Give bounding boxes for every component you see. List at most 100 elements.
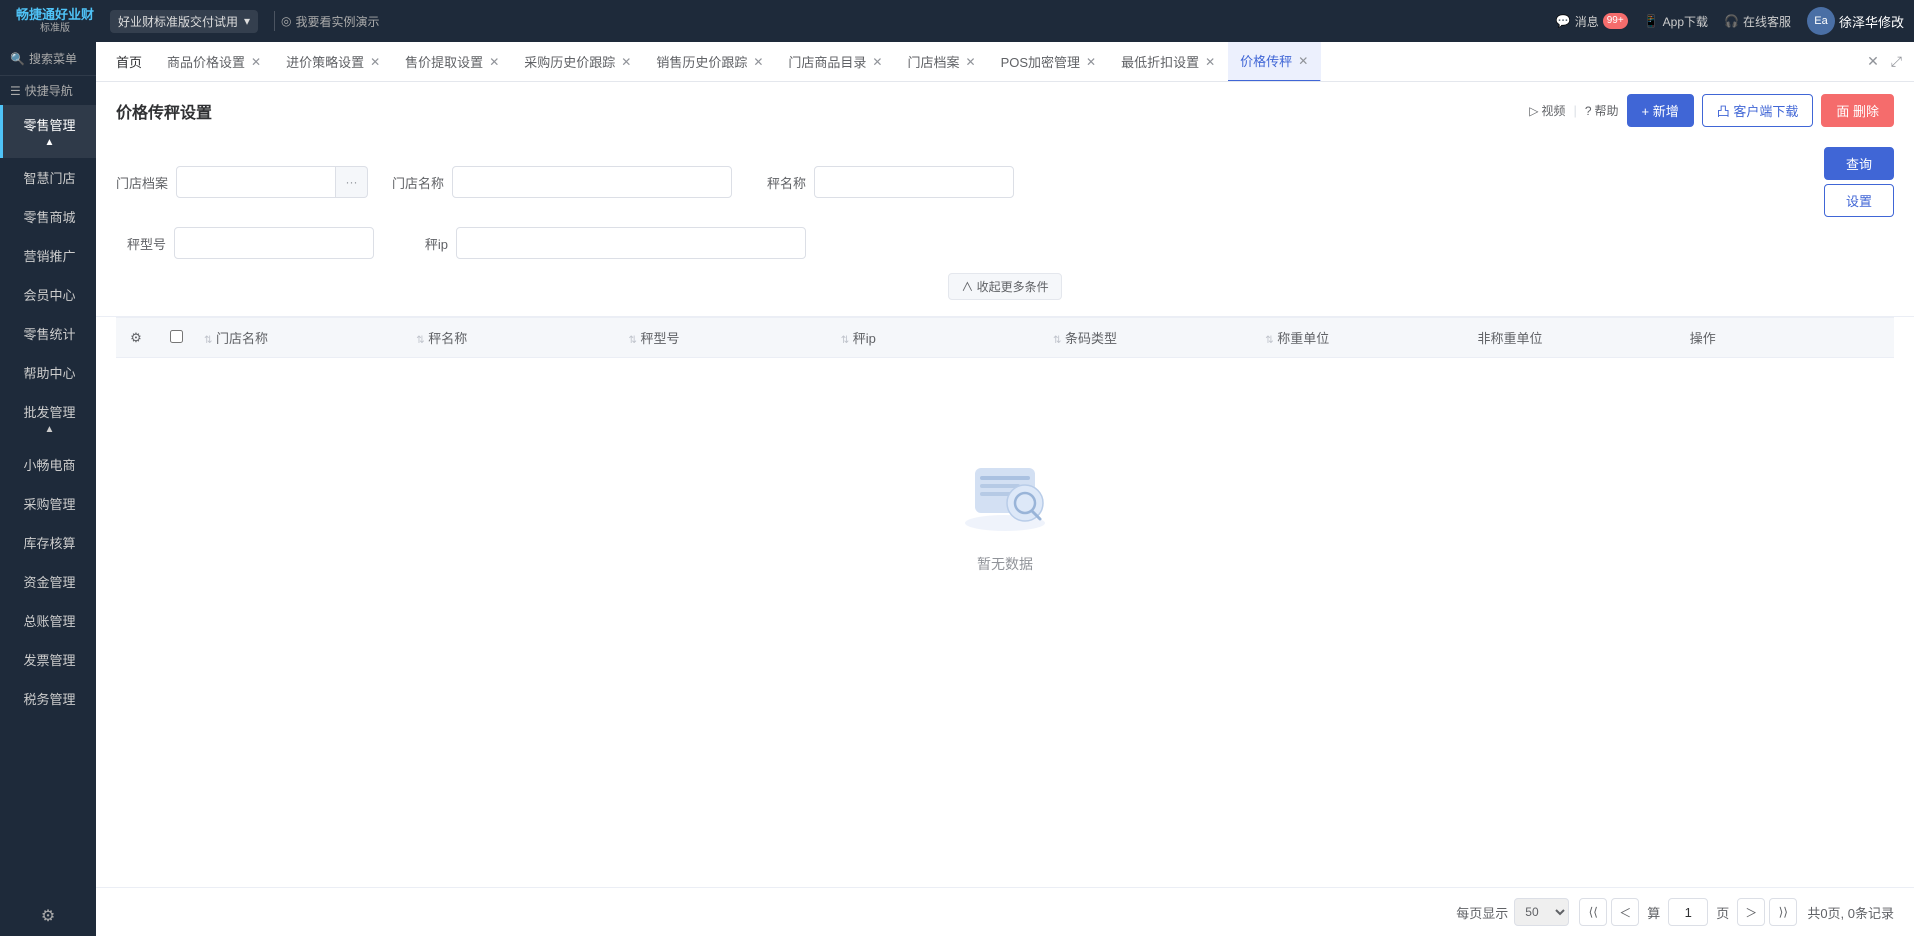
tab-close-icon[interactable]: ✕ [1298, 54, 1308, 68]
sidebar-item-invoice-mgmt[interactable]: 发票管理 [0, 640, 96, 679]
column-operation: 操作 [1682, 318, 1894, 358]
scale-name-label: 秤名称 [756, 173, 806, 192]
sidebar-item-help-center[interactable]: 帮助中心 [0, 353, 96, 392]
tab-close-icon[interactable]: ✕ [753, 55, 763, 69]
user-avatar-button[interactable]: Ea 徐泽华修改 [1807, 7, 1904, 35]
page-input[interactable]: 1 [1668, 898, 1708, 926]
logo-sub: 标准版 [40, 23, 70, 35]
sidebar-item-retail-mgmt[interactable]: 零售管理▲ [0, 105, 96, 158]
tab-close-icon[interactable]: ✕ [966, 55, 976, 69]
tab-label: POS加密管理 [1001, 52, 1080, 71]
sidebar-item-retail-mall[interactable]: 零售商城 [0, 197, 96, 236]
download-button[interactable]: 凸 客户端下载 [1702, 94, 1814, 127]
eye-icon: ◎ [281, 14, 291, 28]
sidebar-items: 零售管理▲智慧门店零售商城营销推广会员中心零售统计帮助中心批发管理▲小畅电商采购… [0, 105, 96, 718]
demo-button[interactable]: ◎ 我要看实例演示 [281, 13, 380, 30]
tab-close-icon[interactable]: ✕ [251, 55, 261, 69]
tab-pos-mgmt[interactable]: POS加密管理 ✕ [989, 42, 1110, 82]
search-menu-button[interactable]: 🔍 搜索菜单 [0, 42, 96, 76]
page-total: 共0页, 0条记录 [1807, 903, 1894, 922]
avatar: Ea [1807, 7, 1835, 35]
messages-button[interactable]: 💬 消息 99+ [1556, 13, 1628, 30]
tab-sales-history[interactable]: 销售历史价跟踪 ✕ [644, 42, 776, 82]
tab-close-icon[interactable]: ✕ [621, 55, 631, 69]
quick-nav-button[interactable]: ☰ 快捷导航 [0, 76, 96, 105]
store-name-input[interactable] [452, 166, 732, 198]
tab-label: 售价提取设置 [405, 52, 483, 71]
store-archive-input-group: ··· [176, 166, 368, 198]
main-body: 🔍 搜索菜单 ☰ 快捷导航 零售管理▲智慧门店零售商城营销推广会员中心零售统计帮… [0, 42, 1914, 936]
scale-ip-label: 秤ip [398, 234, 448, 253]
tab-commodity-price[interactable]: 商品价格设置✕ [155, 42, 274, 82]
tab-close-icon[interactable]: ✕ [1086, 55, 1096, 69]
tab-items: 首页商品价格设置✕进价策略设置✕售价提取设置✕采购历史价跟踪✕销售历史价跟踪✕门… [104, 42, 1321, 82]
tab-purchase-history[interactable]: 采购历史价跟踪 ✕ [512, 42, 644, 82]
tab-close-icon[interactable]: ✕ [489, 55, 499, 69]
sidebar-item-general-ledger[interactable]: 总账管理 [0, 601, 96, 640]
online-service-button[interactable]: 🎧 在线客服 [1724, 13, 1791, 30]
empty-state: 暂无数据 [116, 358, 1894, 654]
delete-button[interactable]: 面 删除 [1821, 94, 1894, 127]
help-icon: ? [1585, 104, 1592, 118]
prev-page-button[interactable]: ＜ [1611, 898, 1639, 926]
next-page-button[interactable]: ＞ [1737, 898, 1765, 926]
column-non-weight-unit: 非称重单位 [1470, 318, 1682, 358]
per-page-select[interactable]: 20 50 100 200 [1514, 898, 1569, 926]
video-link[interactable]: ▷ 视频 [1529, 102, 1565, 119]
page-navigation: ⟨⟨ ＜ 算 1 页 ＞ ⟩⟩ [1579, 898, 1797, 926]
search-area: 门店档案 ··· 门店名称 秤名称 [96, 135, 1914, 317]
store-archive-btn[interactable]: ··· [336, 166, 368, 198]
action-buttons: 查询 设置 [1824, 147, 1894, 217]
chevron-down-icon: ▾ [244, 14, 250, 28]
sidebar-item-xiao-chang[interactable]: 小畅电商 [0, 445, 96, 484]
app-download-button[interactable]: 📱 App下载 [1644, 13, 1708, 30]
sidebar-item-smart-store[interactable]: 智慧门店 [0, 158, 96, 197]
tab-close-icon[interactable]: ✕ [872, 55, 882, 69]
version-select[interactable]: 好业财标准版交付试用 ▾ [110, 10, 258, 33]
tab-home[interactable]: 首页 [104, 42, 155, 82]
sidebar-item-tax-mgmt[interactable]: 税务管理 [0, 679, 96, 718]
tab-min-discount[interactable]: 最低折扣设置✕ [1109, 42, 1228, 82]
tab-store-catalog[interactable]: 门店商品目录✕ [776, 42, 895, 82]
sidebar-item-member-center[interactable]: 会员中心 [0, 275, 96, 314]
tab-label: 销售历史价跟踪 [656, 52, 747, 71]
settings-button[interactable]: 设置 [1824, 184, 1894, 217]
tab-label: 采购历史价跟踪 [524, 52, 615, 71]
scale-ip-field: 秤ip [398, 227, 806, 259]
sidebar-item-fund-mgmt[interactable]: 资金管理 [0, 562, 96, 601]
sidebar-item-inventory[interactable]: 库存核算 [0, 523, 96, 562]
tab-price-scale[interactable]: 价格传秤✕ [1228, 42, 1321, 82]
scale-model-input[interactable] [174, 227, 374, 259]
first-page-button[interactable]: ⟨⟨ [1579, 898, 1607, 926]
column-gear[interactable]: ⚙ [116, 318, 156, 358]
sidebar-settings-button[interactable]: ⚙ [0, 896, 96, 936]
tab-sale-price[interactable]: 售价提取设置 ✕ [393, 42, 512, 82]
tab-close-icon[interactable]: ✕ [1863, 49, 1883, 74]
sidebar-item-wholesale-mgmt[interactable]: 批发管理▲ [0, 392, 96, 445]
last-page-button[interactable]: ⟩⟩ [1769, 898, 1797, 926]
scale-name-field: 秤名称 [756, 166, 1014, 198]
tab-close-icon[interactable]: ✕ [1205, 55, 1215, 69]
tab-close-icon[interactable]: ✕ [370, 55, 380, 69]
scale-ip-input[interactable] [456, 227, 806, 259]
sidebar-item-marketing[interactable]: 营销推广 [0, 236, 96, 275]
column-store-name: ⇅ 门店名称 [196, 318, 408, 358]
collapse-button[interactable]: ∧ 收起更多条件 [948, 273, 1061, 300]
query-button[interactable]: 查询 [1824, 147, 1894, 180]
store-name-field: 门店名称 [392, 166, 732, 198]
help-link[interactable]: ? 帮助 [1585, 102, 1619, 119]
sidebar-item-purchase-mgmt[interactable]: 采购管理 [0, 484, 96, 523]
add-button[interactable]: + 新增 [1627, 94, 1694, 127]
search-icon: 🔍 [10, 52, 25, 66]
store-archive-input[interactable] [176, 166, 336, 198]
tab-store-archive[interactable]: 门店档案✕ [895, 42, 988, 82]
search-row-1: 门店档案 ··· 门店名称 秤名称 [116, 147, 1894, 217]
tab-purchase-strategy[interactable]: 进价策略设置✕ [274, 42, 393, 82]
sidebar-item-retail-stats[interactable]: 零售统计 [0, 314, 96, 353]
top-bar: 畅捷通好业财 标准版 好业财标准版交付试用 ▾ ◎ 我要看实例演示 💬 消息 9… [0, 0, 1914, 42]
store-archive-field: 门店档案 ··· [116, 166, 368, 198]
check-all[interactable] [170, 330, 183, 343]
scale-name-input[interactable] [814, 166, 1014, 198]
tab-expand-icon[interactable]: ⤢ [1887, 49, 1906, 74]
page-header: 价格传秤设置 ▷ 视频 | ? 帮助 + 新增 凸 客户端下载 面 [96, 82, 1914, 135]
